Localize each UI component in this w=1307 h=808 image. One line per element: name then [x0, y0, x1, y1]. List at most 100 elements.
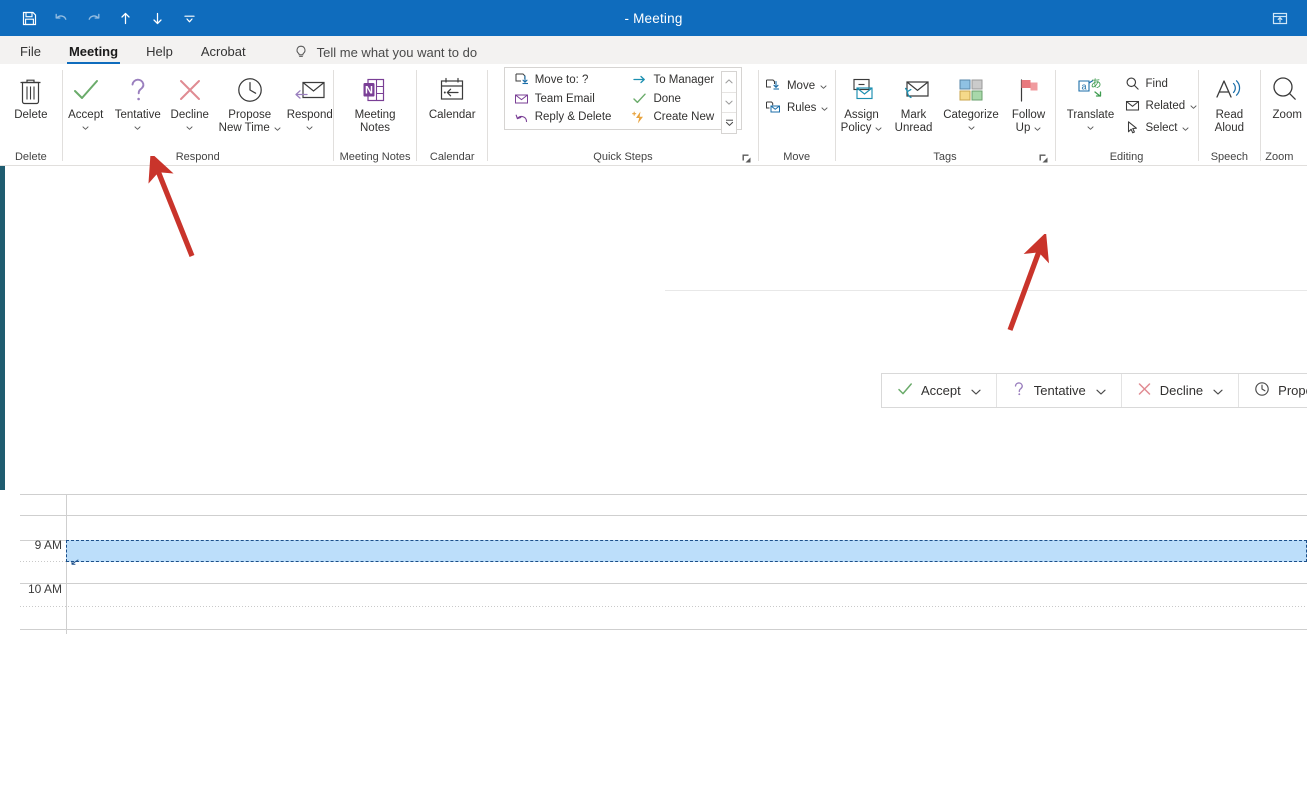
tentative-button[interactable]: Tentative — [112, 71, 164, 133]
related-button[interactable]: Related — [1120, 95, 1202, 116]
arrow-right-icon — [631, 72, 648, 87]
undo-icon[interactable] — [46, 4, 76, 32]
ribbon-tabs: File Meeting Help Acrobat Tell me what y… — [0, 36, 1307, 64]
next-item-icon[interactable] — [142, 4, 172, 32]
respond-caret-icon[interactable] — [306, 122, 313, 133]
calendar-button[interactable]: Calendar — [424, 71, 481, 122]
follow-up-button[interactable]: Follow Up — [1003, 71, 1055, 135]
slot-resize-handle-icon[interactable] — [70, 553, 79, 565]
quick-steps-column-2: To Manager Done Create New — [627, 71, 718, 126]
related-caret-icon[interactable] — [1190, 100, 1197, 112]
respond-button[interactable]: Respond — [284, 71, 336, 133]
redo-icon[interactable] — [78, 4, 108, 32]
tab-acrobat[interactable]: Acrobat — [187, 41, 260, 64]
meeting-notes-button[interactable]: N Meeting Notes — [349, 71, 401, 135]
quick-steps-dialog-launcher[interactable] — [741, 152, 753, 164]
inline-decline-button[interactable]: Decline — [1122, 374, 1240, 407]
follow-up-caret-icon[interactable] — [1034, 122, 1041, 135]
scroll-up-icon[interactable] — [722, 72, 737, 93]
zoom-button[interactable]: Zoom — [1265, 71, 1307, 122]
select-button[interactable]: Select — [1120, 117, 1202, 138]
inline-propose-new-time-button[interactable]: Propose Ne — [1239, 374, 1307, 407]
mark-unread-button[interactable]: Mark Unread — [888, 71, 940, 135]
inline-decline-caret-icon[interactable] — [1213, 383, 1223, 398]
translate-caret-icon[interactable] — [1087, 122, 1094, 133]
tell-me-placeholder: Tell me what you want to do — [316, 44, 478, 60]
inline-propose-new-time-label: Propose Ne — [1278, 383, 1307, 398]
quick-step-move-to[interactable]: Move to: ? — [509, 71, 616, 89]
read-aloud-button[interactable]: Read Aloud — [1203, 71, 1255, 135]
group-label-delete: Delete — [14, 150, 47, 163]
find-button[interactable]: Find — [1120, 73, 1202, 94]
categorize-button[interactable]: Categorize — [940, 71, 1003, 133]
propose-new-time-caret-icon[interactable] — [274, 122, 281, 135]
quick-step-to-manager-label: To Manager — [653, 73, 715, 86]
quick-step-team-email-label: Team Email — [534, 92, 595, 105]
calendar-selected-time-slot[interactable] — [66, 540, 1307, 565]
rules-caret-icon[interactable] — [821, 102, 828, 114]
move-icon — [765, 78, 782, 93]
move-caret-icon[interactable] — [820, 80, 827, 92]
quick-steps-scrollbar[interactable] — [721, 71, 738, 134]
group-label-zoom: Zoom — [1265, 150, 1294, 163]
propose-label: Propose — [228, 109, 272, 121]
quick-step-reply-delete-label: Reply & Delete — [534, 111, 612, 124]
inline-accept-caret-icon[interactable] — [971, 383, 981, 398]
ribbon-display-options-icon[interactable] — [1265, 6, 1295, 30]
svg-text:あ: あ — [1090, 77, 1101, 90]
propose-new-time-button[interactable]: Propose New Time — [216, 71, 284, 135]
previous-item-icon[interactable] — [110, 4, 140, 32]
inline-tentative-caret-icon[interactable] — [1096, 383, 1106, 398]
inline-tentative-button[interactable]: Tentative — [997, 374, 1122, 407]
content-separator-line — [665, 290, 1307, 291]
tab-meeting[interactable]: Meeting — [55, 41, 132, 64]
tab-file[interactable]: File — [6, 41, 55, 64]
tell-me-search[interactable]: Tell me what you want to do — [294, 44, 477, 64]
zoom-magnifier-icon — [1270, 73, 1304, 107]
categorize-icon — [955, 73, 987, 107]
select-caret-icon[interactable] — [1182, 122, 1189, 134]
reply-delete-icon — [513, 110, 530, 125]
quick-step-done[interactable]: Done — [627, 90, 718, 108]
save-icon[interactable] — [14, 4, 44, 32]
assign-policy-button[interactable]: Assign Policy — [836, 71, 888, 135]
quick-step-move-to-label: Move to: ? — [534, 73, 589, 86]
delete-button[interactable]: Delete — [5, 71, 57, 122]
title-bar: - Meeting — [0, 0, 1307, 36]
tab-help[interactable]: Help — [132, 41, 187, 64]
x-mark-icon — [175, 73, 205, 107]
lightbulb-icon — [294, 44, 308, 60]
quick-step-reply-delete[interactable]: Reply & Delete — [509, 108, 616, 126]
ribbon-group-speech: Read Aloud Speech — [1199, 64, 1261, 166]
accept-caret-icon[interactable] — [82, 122, 89, 133]
assign-policy-caret-icon[interactable] — [875, 122, 882, 135]
ribbon-group-tags: Assign Policy Mark Unread Categorize Fol… — [836, 64, 1055, 166]
propose-label-2: New Time — [218, 122, 270, 134]
inline-accept-button[interactable]: Accept — [882, 374, 997, 407]
read-aloud-label-2: Aloud — [1214, 122, 1245, 134]
arrow-to-ribbon-tentative — [148, 156, 195, 257]
move-button[interactable]: Move — [761, 75, 832, 96]
move-label: Move — [786, 79, 816, 92]
more-icon[interactable] — [722, 113, 736, 133]
translate-button[interactable]: aあ Translate — [1062, 71, 1120, 133]
quick-step-to-manager[interactable]: To Manager — [627, 71, 718, 89]
accept-button[interactable]: Accept — [60, 71, 112, 133]
svg-text:a: a — [1081, 82, 1086, 92]
calendar-time-label-9am: 9 AM — [34, 538, 62, 552]
group-label-editing: Editing — [1109, 150, 1144, 163]
rules-button[interactable]: Rules — [761, 97, 832, 118]
customize-quick-access-toolbar-icon[interactable] — [174, 4, 204, 32]
x-mark-icon — [1137, 382, 1152, 399]
quick-step-create-new[interactable]: Create New — [627, 108, 718, 126]
scroll-down-icon[interactable] — [722, 93, 737, 114]
tentative-caret-icon[interactable] — [134, 122, 141, 133]
group-label-respond: Respond — [175, 150, 220, 163]
quick-step-team-email[interactable]: Team Email — [509, 90, 616, 108]
decline-caret-icon[interactable] — [186, 122, 193, 133]
quick-step-create-new-label: Create New — [653, 111, 715, 124]
left-edge-accent-strip — [0, 166, 5, 490]
tags-dialog-launcher[interactable] — [1038, 152, 1050, 164]
categorize-caret-icon[interactable] — [968, 122, 975, 133]
decline-button[interactable]: Decline — [164, 71, 216, 133]
